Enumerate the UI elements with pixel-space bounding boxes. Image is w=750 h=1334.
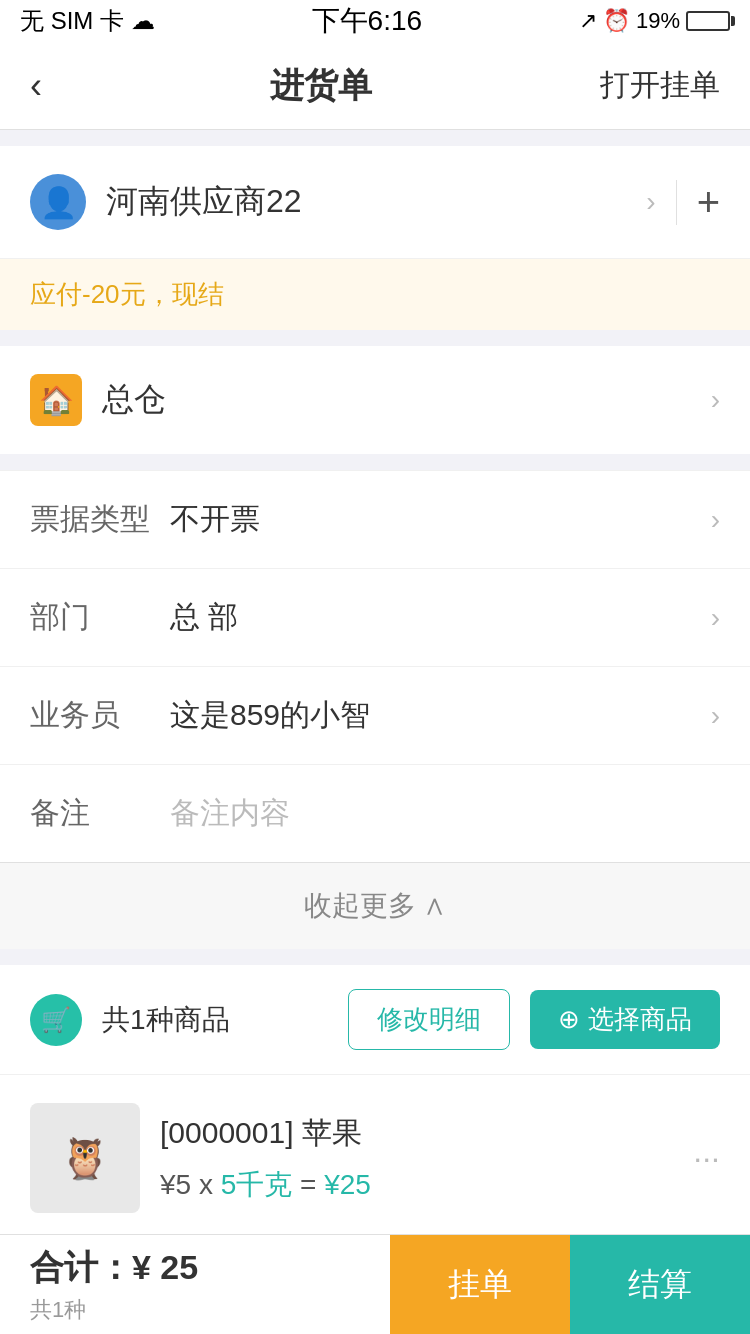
department-chevron-icon: › [711, 602, 720, 634]
total-amount-row: 合计：¥ 25 [30, 1245, 360, 1291]
salesman-chevron-icon: › [711, 700, 720, 732]
salesman-label: 业务员 [30, 695, 170, 736]
gap-3 [0, 454, 750, 470]
product-info: [0000001] 苹果 ¥5 x 5千克 = ¥25 [160, 1113, 663, 1204]
owl-logo-icon: 🦉 [60, 1135, 110, 1182]
warehouse-name: 总仓 [102, 378, 711, 422]
invoice-chevron-icon: › [711, 504, 720, 536]
bottom-bar: 合计：¥ 25 共1种 挂单 结算 [0, 1234, 750, 1334]
gap-4 [0, 949, 750, 965]
invoice-type-label: 票据类型 [30, 499, 170, 540]
invoice-type-value: 不开票 [170, 499, 711, 540]
warehouse-chevron-icon: › [711, 384, 720, 416]
sim-indicator: 无 SIM 卡 ☁ [20, 5, 155, 37]
alarm-icon: ⏰ [603, 8, 630, 34]
collapse-button[interactable]: 收起更多 ∧ [0, 862, 750, 949]
status-time: 下午6:16 [312, 2, 423, 40]
product-total: ¥25 [324, 1169, 371, 1200]
supplier-notice: 应付-20元，现结 [0, 259, 750, 330]
equals-sign: = [292, 1169, 324, 1200]
back-button[interactable]: ‹ [30, 65, 42, 107]
select-product-button[interactable]: ⊕ 选择商品 [530, 990, 720, 1049]
department-row[interactable]: 部门 总 部 › [0, 568, 750, 666]
total-count: 共1种 [30, 1295, 360, 1325]
total-amount: ¥ 25 [132, 1248, 198, 1286]
edit-detail-button[interactable]: 修改明细 [348, 989, 510, 1050]
warehouse-section: 🏠 总仓 › [0, 346, 750, 454]
salesman-value: 这是859的小智 [170, 695, 711, 736]
status-right: ↗ ⏰ 19% [579, 8, 730, 34]
gap-1 [0, 130, 750, 146]
supplier-row: 👤 河南供应商22 › + [0, 146, 750, 259]
status-bar: 无 SIM 卡 ☁ 下午6:16 ↗ ⏰ 19% [0, 0, 750, 42]
product-name: [0000001] 苹果 [160, 1113, 663, 1154]
product-item: 🦉 [0000001] 苹果 ¥5 x 5千克 = ¥25 ··· [0, 1075, 750, 1242]
product-price: ¥5 x 5千克 = ¥25 [160, 1166, 663, 1204]
page-title: 进货单 [270, 63, 372, 109]
checkout-button[interactable]: 结算 [570, 1235, 750, 1334]
select-icon: ⊕ [558, 1004, 580, 1035]
person-icon: 👤 [40, 185, 77, 220]
supplier-name: 河南供应商22 [106, 180, 646, 224]
supplier-avatar: 👤 [30, 174, 86, 230]
pending-button[interactable]: 挂单 [390, 1235, 570, 1334]
add-supplier-button[interactable]: + [676, 180, 720, 225]
battery-icon [686, 11, 730, 31]
remark-value[interactable]: 备注内容 [170, 793, 720, 834]
warehouse-row[interactable]: 🏠 总仓 › [0, 346, 750, 454]
battery-percent: 19% [636, 8, 680, 34]
warehouse-icon: 🏠 [30, 374, 82, 426]
product-thumbnail: 🦉 [30, 1103, 140, 1213]
gap-2 [0, 330, 750, 346]
product-header: 🛒 共1种商品 修改明细 ⊕ 选择商品 [0, 965, 750, 1075]
form-section: 票据类型 不开票 › 部门 总 部 › 业务员 这是859的小智 › 备注 备注… [0, 470, 750, 862]
status-left: 无 SIM 卡 ☁ [20, 5, 155, 37]
product-code: [0000001] [160, 1116, 293, 1149]
price-label: ¥5 x [160, 1169, 221, 1200]
remark-label: 备注 [30, 793, 170, 834]
cart-icon: 🛒 [41, 1006, 71, 1034]
location-icon: ↗ [579, 8, 597, 34]
supplier-chevron-icon: › [646, 186, 655, 218]
supplier-main[interactable]: 👤 河南供应商22 › [30, 174, 676, 230]
open-pending-button[interactable]: 打开挂单 [600, 65, 720, 106]
more-options-button[interactable]: ··· [683, 1140, 720, 1177]
product-count-text: 共1种商品 [102, 1001, 328, 1039]
product-qty: 5千克 [221, 1169, 293, 1200]
invoice-type-row[interactable]: 票据类型 不开票 › [0, 470, 750, 568]
department-value: 总 部 [170, 597, 711, 638]
department-label: 部门 [30, 597, 170, 638]
product-count-icon: 🛒 [30, 994, 82, 1046]
remark-row[interactable]: 备注 备注内容 [0, 764, 750, 862]
supplier-section: 👤 河南供应商22 › + 应付-20元，现结 [0, 146, 750, 330]
total-label: 合计： [30, 1248, 132, 1286]
product-title: 苹果 [302, 1116, 362, 1149]
salesman-row[interactable]: 业务员 这是859的小智 › [0, 666, 750, 764]
bottom-total: 合计：¥ 25 共1种 [0, 1235, 390, 1334]
nav-bar: ‹ 进货单 打开挂单 [0, 42, 750, 130]
